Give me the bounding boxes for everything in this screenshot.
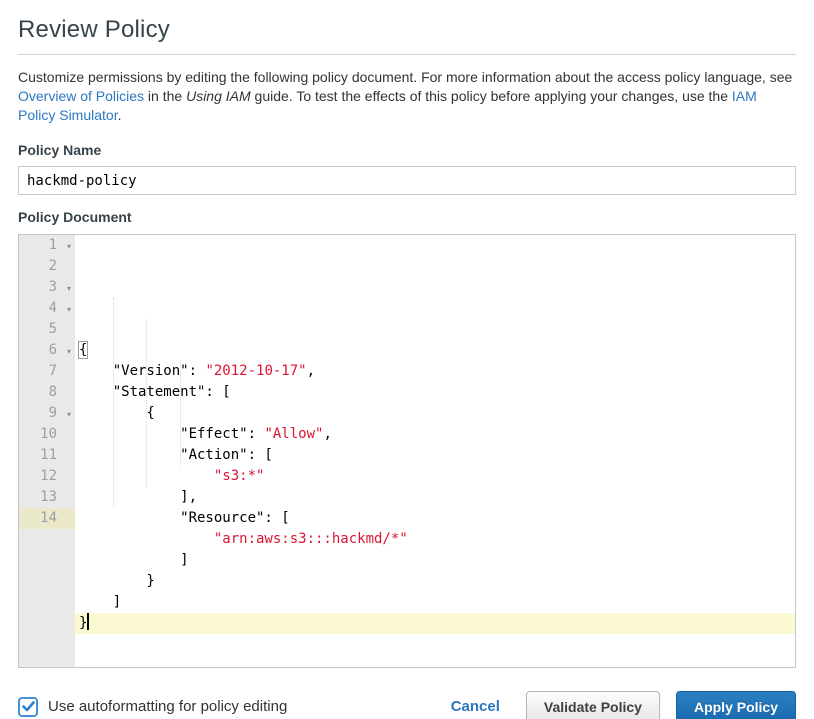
editor-gutter: 1▾23▾4▾56▾789▾1011121314 <box>19 235 75 667</box>
gutter-line-number: 14 <box>19 508 75 529</box>
code-line: { <box>79 403 795 424</box>
overview-of-policies-link[interactable]: Overview of Policies <box>18 88 144 104</box>
intro-text: in the <box>144 88 186 104</box>
gutter-line-number: 1▾ <box>19 235 75 256</box>
policy-name-label: Policy Name <box>18 142 796 158</box>
code-token: , <box>323 426 331 442</box>
cancel-button[interactable]: Cancel <box>451 698 500 715</box>
code-line: ], <box>79 487 795 508</box>
autoformat-checkbox[interactable] <box>18 697 38 717</box>
footer-bar: Use autoformatting for policy editing Ca… <box>18 691 796 719</box>
code-token: } <box>79 573 155 589</box>
code-token: ] <box>79 552 189 568</box>
code-line: "Version": "2012-10-17", <box>79 361 795 382</box>
checkmark-icon <box>22 701 35 712</box>
gutter-line-number: 13 <box>19 487 75 508</box>
code-string-token: "arn:aws:s3:::hackmd/*" <box>214 531 408 547</box>
fold-toggle-icon[interactable]: ▾ <box>67 278 71 299</box>
fold-toggle-icon[interactable]: ▾ <box>67 341 71 362</box>
validate-policy-button[interactable]: Validate Policy <box>526 691 660 719</box>
fold-toggle-icon[interactable]: ▾ <box>67 236 71 257</box>
code-line: ] <box>79 550 795 571</box>
using-iam-guide-name: Using IAM <box>186 88 251 104</box>
gutter-line-number: 7 <box>19 361 75 382</box>
code-string-token: "s3:*" <box>214 468 265 484</box>
code-string-token: "2012-10-17" <box>205 363 306 379</box>
code-line: "Statement": [ <box>79 382 795 403</box>
intro-paragraph: Customize permissions by editing the fol… <box>18 68 796 125</box>
action-buttons: Cancel Validate Policy Apply Policy <box>451 691 796 719</box>
code-token: "Version": <box>79 363 205 379</box>
code-line: ] <box>79 592 795 613</box>
code-token: "Action": [ <box>79 447 273 463</box>
code-token: { <box>79 405 155 421</box>
gutter-line-number: 4▾ <box>19 298 75 319</box>
gutter-line-number: 5 <box>19 319 75 340</box>
gutter-line-number: 12 <box>19 466 75 487</box>
gutter-line-number: 10 <box>19 424 75 445</box>
code-line: "arn:aws:s3:::hackmd/*" <box>79 529 795 550</box>
code-token <box>79 468 214 484</box>
code-line: "Effect": "Allow", <box>79 424 795 445</box>
intro-text: . <box>118 107 122 123</box>
gutter-line-number: 11 <box>19 445 75 466</box>
gutter-line-number: 2 <box>19 256 75 277</box>
code-string-token: "Allow" <box>264 426 323 442</box>
autoformat-label: Use autoformatting for policy editing <box>48 698 287 715</box>
code-token: "Effect": <box>79 426 264 442</box>
policy-name-input[interactable] <box>18 166 796 195</box>
gutter-line-number: 6▾ <box>19 340 75 361</box>
gutter-line-number: 3▾ <box>19 277 75 298</box>
policy-document-label: Policy Document <box>18 209 796 225</box>
code-token: "Resource": [ <box>79 510 290 526</box>
intro-text: Customize permissions by editing the fol… <box>18 69 792 85</box>
code-token: "Statement": [ <box>79 384 231 400</box>
title-divider <box>18 54 796 55</box>
code-token: ] <box>79 594 121 610</box>
code-line: "s3:*" <box>79 466 795 487</box>
gutter-line-number: 8 <box>19 382 75 403</box>
code-token <box>79 531 214 547</box>
fold-toggle-icon[interactable]: ▾ <box>67 299 71 320</box>
code-token: ], <box>79 489 197 505</box>
gutter-line-number: 9▾ <box>19 403 75 424</box>
code-line: "Resource": [ <box>79 508 795 529</box>
code-line: { <box>79 340 795 361</box>
code-line: } <box>75 613 795 634</box>
code-token: , <box>307 363 315 379</box>
intro-text: guide. To test the effects of this polic… <box>251 88 732 104</box>
policy-document-editor[interactable]: 1▾23▾4▾56▾789▾1011121314 { "Version": "2… <box>18 234 796 668</box>
code-token: } <box>79 615 87 631</box>
editor-code[interactable]: { "Version": "2012-10-17", "Statement": … <box>75 235 795 667</box>
apply-policy-button[interactable]: Apply Policy <box>676 691 796 719</box>
fold-toggle-icon[interactable]: ▾ <box>67 404 71 425</box>
code-token: { <box>78 341 88 359</box>
autoformat-option[interactable]: Use autoformatting for policy editing <box>18 697 287 717</box>
code-line: } <box>79 571 795 592</box>
text-cursor <box>87 613 89 630</box>
code-line: "Action": [ <box>79 445 795 466</box>
page-title: Review Policy <box>18 16 796 44</box>
review-policy-page: Review Policy Customize permissions by e… <box>0 16 814 719</box>
